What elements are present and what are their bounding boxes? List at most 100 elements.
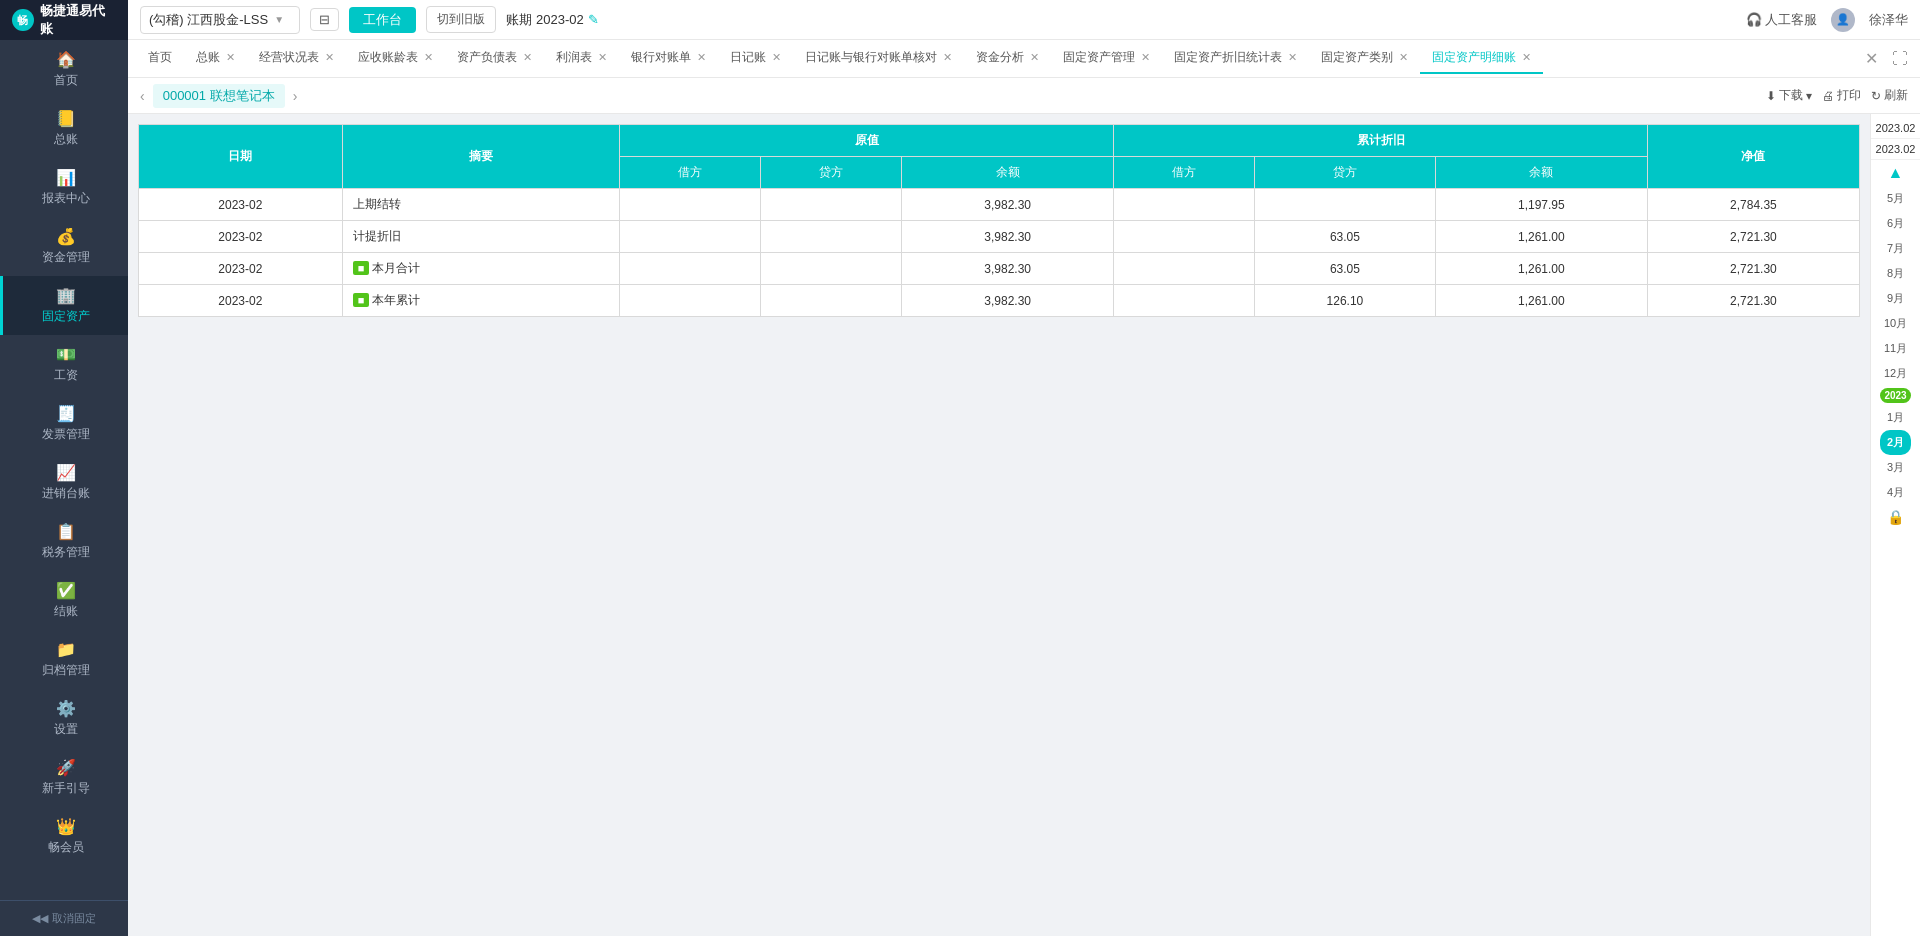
subnav-next-arrow[interactable]: › <box>293 88 298 104</box>
tab-bank[interactable]: 银行对账单✕ <box>619 43 718 74</box>
tab-close-fund[interactable]: ✕ <box>1030 51 1039 64</box>
tab-reconcile[interactable]: 日记账与银行对账单核对✕ <box>793 43 964 74</box>
cell-depr-debit <box>1114 285 1255 317</box>
col-orig-balance: 余额 <box>902 157 1114 189</box>
sidebar-item-fund[interactable]: 💰资金管理 <box>0 217 128 276</box>
sidebar-item-reports[interactable]: 📊报表中心 <box>0 158 128 217</box>
switch-version-button[interactable]: 切到旧版 <box>426 6 496 33</box>
cell-net-value: 2,721.30 <box>1647 285 1859 317</box>
tab-fixed_depr[interactable]: 固定资产折旧统计表✕ <box>1162 43 1309 74</box>
table-row: 2023-02 计提折旧 3,982.30 63.05 1,261.00 2,7… <box>139 221 1860 253</box>
app-name: 畅捷通易代账 <box>40 2 116 38</box>
tab-close-fixed_detail[interactable]: ✕ <box>1522 51 1531 64</box>
tab-close-receivable[interactable]: ✕ <box>424 51 433 64</box>
print-button[interactable]: 🖨 打印 <box>1822 87 1861 104</box>
tab-label: 固定资产明细账 <box>1432 49 1516 66</box>
customer-service[interactable]: 🎧 人工客服 <box>1746 11 1817 29</box>
col-orig-debit: 借方 <box>620 157 761 189</box>
sidebar-pin-toggle[interactable]: ◀◀ 取消固定 <box>0 900 128 936</box>
close-all-tabs-icon[interactable]: ✕ <box>1861 47 1882 70</box>
sidebar-item-salary[interactable]: 💵工资 <box>0 335 128 394</box>
fullscreen-icon[interactable]: ⛶ <box>1888 48 1912 70</box>
tab-close-fixed_depr[interactable]: ✕ <box>1288 51 1297 64</box>
tab-receivable[interactable]: 应收账龄表✕ <box>346 43 445 74</box>
cell-orig-balance: 3,982.30 <box>902 285 1114 317</box>
sidebar-item-archive[interactable]: 📁归档管理 <box>0 630 128 689</box>
sidebar-item-ledger[interactable]: 📒总账 <box>0 99 128 158</box>
timeline-year: 2023 <box>1880 388 1910 403</box>
tab-profit[interactable]: 利润表✕ <box>544 43 619 74</box>
tab-close-journal[interactable]: ✕ <box>772 51 781 64</box>
tab-fixed_detail[interactable]: 固定资产明细账 ✕ <box>1420 43 1543 74</box>
tab-close-business[interactable]: ✕ <box>325 51 334 64</box>
tab-fund[interactable]: 资金分析✕ <box>964 43 1051 74</box>
sidebar-item-sales[interactable]: 📈进销台账 <box>0 453 128 512</box>
avatar-icon: 👤 <box>1836 13 1850 26</box>
timeline-month-item[interactable]: 8月 <box>1880 261 1910 286</box>
company-selector[interactable]: (勾稽) 江西股金-LSS ▼ <box>140 6 300 34</box>
salary-icon: 💵 <box>56 345 76 364</box>
workbench-button[interactable]: 工作台 <box>349 7 416 33</box>
copy-button[interactable]: ⊟ <box>310 8 339 31</box>
timeline-month-item[interactable]: 5月 <box>1880 186 1910 211</box>
col-header-summary: 摘要 <box>342 125 620 189</box>
sidebar-item-settings[interactable]: ⚙️设置 <box>0 689 128 748</box>
sidebar-item-invoice[interactable]: 🧾发票管理 <box>0 394 128 453</box>
timeline-header1: 2023.02 <box>1871 118 1920 139</box>
timeline-month-item[interactable]: 7月 <box>1880 236 1910 261</box>
sidebar-item-label: 结账 <box>54 603 78 620</box>
timeline-month-item[interactable]: 10月 <box>1880 311 1910 336</box>
sidebar-item-label: 首页 <box>54 72 78 89</box>
sidebar-item-guide[interactable]: 🚀新手引导 <box>0 748 128 807</box>
tab-close-profit[interactable]: ✕ <box>598 51 607 64</box>
tab-close-fixed_type[interactable]: ✕ <box>1399 51 1408 64</box>
col-depr-credit: 贷方 <box>1255 157 1436 189</box>
tab-journal[interactable]: 日记账✕ <box>718 43 793 74</box>
cell-orig-debit <box>620 221 761 253</box>
timeline-scroll-up[interactable]: ▲ <box>1884 160 1908 186</box>
cell-net-value: 2,721.30 <box>1647 221 1859 253</box>
subnav-prev-arrow[interactable]: ‹ <box>140 88 145 104</box>
sales-icon: 📈 <box>56 463 76 482</box>
cell-depr-balance: 1,261.00 <box>1435 221 1647 253</box>
sidebar-item-settlement[interactable]: ✅结账 <box>0 571 128 630</box>
tab-fixed_mgmt[interactable]: 固定资产管理✕ <box>1051 43 1162 74</box>
tab-label: 资产负债表 <box>457 49 517 66</box>
tab-close-fixed_mgmt[interactable]: ✕ <box>1141 51 1150 64</box>
sidebar-item-tax[interactable]: 📋税务管理 <box>0 512 128 571</box>
cell-depr-balance: 1,261.00 <box>1435 253 1647 285</box>
col-header-date: 日期 <box>139 125 343 189</box>
sidebar-item-home[interactable]: 🏠首页 <box>0 40 128 99</box>
timeline-month-item[interactable]: 2月 <box>1880 430 1910 455</box>
timeline-month-item[interactable]: 1月 <box>1880 405 1910 430</box>
timeline-month-item[interactable]: 3月 <box>1880 455 1910 480</box>
tab-business[interactable]: 经营状况表✕ <box>247 43 346 74</box>
refresh-button[interactable]: ↻ 刷新 <box>1871 87 1908 104</box>
print-label: 打印 <box>1837 87 1861 104</box>
sidebar-item-fixed[interactable]: 🏢固定资产 <box>0 276 128 335</box>
tab-home[interactable]: 首页 <box>136 43 184 74</box>
user-avatar[interactable]: 👤 <box>1831 8 1855 32</box>
timeline-month-item[interactable]: 9月 <box>1880 286 1910 311</box>
period-edit-icon[interactable]: ✎ <box>588 12 599 27</box>
timeline-month-item[interactable]: 6月 <box>1880 211 1910 236</box>
cell-depr-balance: 1,261.00 <box>1435 285 1647 317</box>
timeline-month-item[interactable]: 11月 <box>1880 336 1910 361</box>
cell-net-value: 2,784.35 <box>1647 189 1859 221</box>
row-tag: ■ <box>353 261 370 275</box>
tab-balance[interactable]: 资产负债表 ✕ <box>445 43 544 74</box>
tab-close-reconcile[interactable]: ✕ <box>943 51 952 64</box>
sidebar-item-member[interactable]: 👑畅会员 <box>0 807 128 866</box>
tab-close-bank[interactable]: ✕ <box>697 51 706 64</box>
timeline-month-item[interactable]: 12月 <box>1880 361 1910 386</box>
cell-depr-balance: 1,197.95 <box>1435 189 1647 221</box>
tab-ledger[interactable]: 总账✕ <box>184 43 247 74</box>
download-button[interactable]: ⬇ 下载 ▾ <box>1766 87 1812 104</box>
breadcrumb-item[interactable]: 000001 联想笔记本 <box>153 84 285 108</box>
company-dropdown-icon: ▼ <box>274 14 284 25</box>
timeline-month-item[interactable]: 4月 <box>1880 480 1910 505</box>
tab-fixed_type[interactable]: 固定资产类别✕ <box>1309 43 1420 74</box>
sidebar-item-label: 设置 <box>54 721 78 738</box>
tab-close-ledger[interactable]: ✕ <box>226 51 235 64</box>
tab-close-balance[interactable]: ✕ <box>523 51 532 64</box>
